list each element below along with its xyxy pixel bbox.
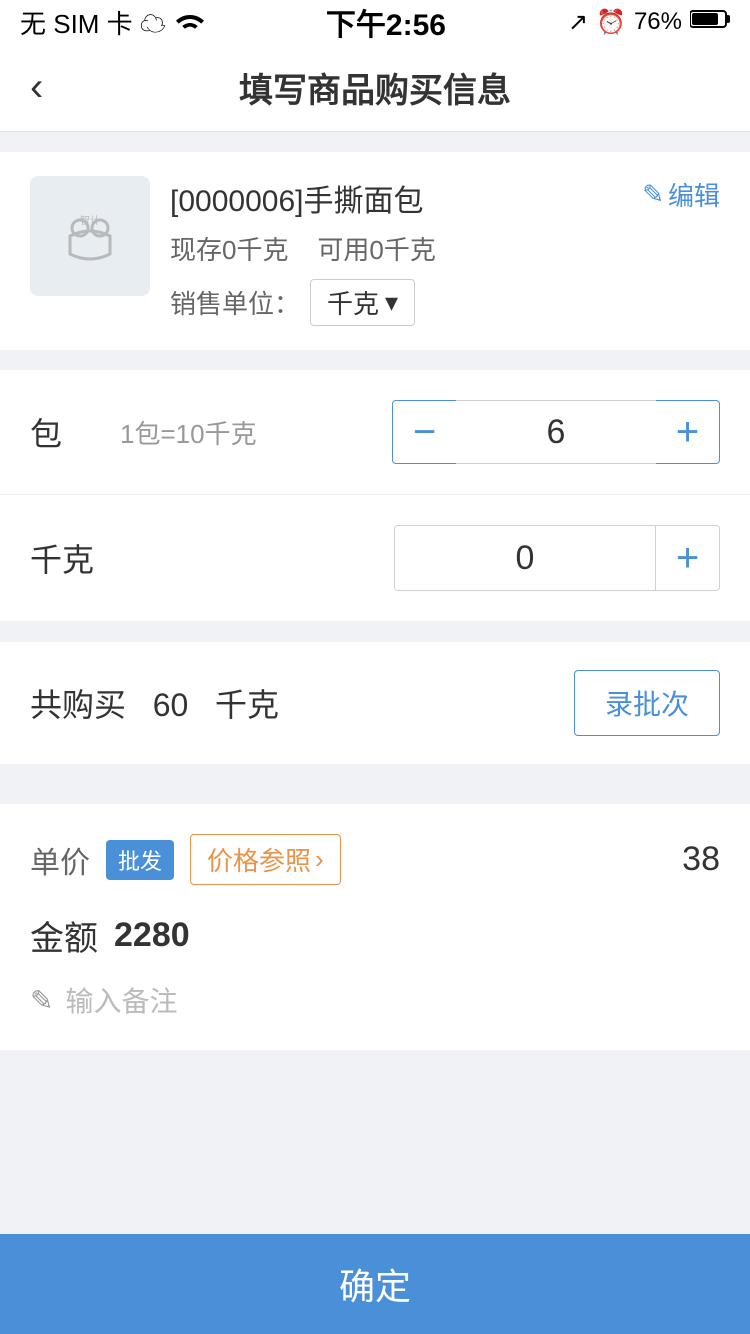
product-info: [0000006]手撕面包 ✎ 编辑 现存0千克 可用0千克 销售单位： 千克 … (170, 176, 720, 326)
nav-bar: ‹ 填写商品购买信息 (0, 44, 750, 132)
pack-decrease-button[interactable]: − (392, 400, 456, 464)
pack-label: 包 (30, 409, 110, 455)
svg-text:智计: 智计 (80, 214, 100, 227)
amount-section: 金额 2280 ✎ 输入备注 (0, 911, 750, 1050)
total-quantity: 60 (153, 687, 189, 723)
batch-button[interactable]: 录批次 (574, 670, 720, 736)
alarm-icon: ⏰ (596, 8, 626, 37)
amount-value: 2280 (114, 916, 190, 955)
remark-placeholder: 输入备注 (65, 980, 177, 1020)
total-row: 共购买 60 千克 录批次 (0, 642, 750, 764)
product-card: 智计 [0000006]手撕面包 ✎ 编辑 现存0千克 可用0千克 销售单位： … (0, 152, 750, 350)
price-row: 单价 批发 价格参照 › 38 (30, 834, 720, 885)
confirm-button[interactable]: 确定 (0, 1234, 750, 1334)
kg-qty-control: + (394, 525, 720, 591)
pack-qty-input[interactable] (456, 400, 656, 464)
pack-qty-control: − + (392, 400, 720, 464)
kg-increase-button[interactable]: + (655, 526, 719, 590)
remark-icon: ✎ (30, 984, 53, 1017)
product-image: 智计 (30, 176, 150, 296)
price-ref-button[interactable]: 价格参照 › (190, 834, 341, 885)
battery-label: 76% (634, 8, 682, 36)
unit-label: 销售单位： (170, 284, 300, 321)
amount-row: 金额 2280 (30, 911, 720, 960)
status-right: ↗ ⏰ 76% (568, 8, 730, 37)
kg-quantity-row: 千克 + (0, 495, 750, 622)
pack-sub-label: 1包=10千克 (120, 414, 392, 451)
total-text: 共购买 60 千克 (30, 680, 279, 726)
status-bar: 无 SIM 卡 ☁ 下午2:56 ↗ ⏰ 76% (0, 0, 750, 44)
unit-value: 千克 (327, 284, 379, 321)
back-button[interactable]: ‹ (30, 65, 43, 110)
unit-select[interactable]: 千克 ▾ (310, 279, 415, 326)
price-ref-arrow: › (315, 844, 324, 875)
battery-icon (690, 8, 730, 36)
location-icon: ↗ (568, 8, 588, 37)
dropdown-icon: ▾ (385, 287, 398, 318)
status-left: 无 SIM 卡 ☁ (20, 4, 204, 41)
total-unit: 千克 (215, 687, 279, 723)
edit-label: 编辑 (668, 176, 720, 213)
price-ref-label: 价格参照 (207, 841, 311, 878)
product-unit-row: 销售单位： 千克 ▾ (170, 279, 720, 326)
price-value: 38 (682, 840, 720, 879)
remark-row[interactable]: ✎ 输入备注 (30, 980, 720, 1020)
kg-label: 千克 (30, 535, 110, 581)
separator (0, 764, 750, 784)
kg-qty-input[interactable] (395, 526, 655, 590)
pack-increase-button[interactable]: + (656, 400, 720, 464)
price-tag: 批发 (106, 840, 174, 880)
price-section: 单价 批发 价格参照 › 38 (0, 804, 750, 911)
price-label: 单价 (30, 838, 90, 882)
status-time: 下午2:56 (326, 0, 446, 44)
stock-current: 现存0千克 (170, 235, 288, 265)
no-sim-label: 无 SIM 卡 ☁ (20, 4, 166, 41)
product-name: [0000006]手撕面包 (170, 176, 423, 220)
page-title: 填写商品购买信息 (239, 63, 511, 112)
wifi-icon (176, 7, 204, 38)
total-label: 共购买 (30, 687, 126, 723)
product-stock: 现存0千克 可用0千克 (170, 230, 720, 267)
edit-button[interactable]: ✎ 编辑 (642, 176, 720, 213)
quantity-section: 包 1包=10千克 − + 千克 + (0, 370, 750, 622)
edit-icon: ✎ (642, 179, 664, 210)
stock-available: 可用0千克 (317, 235, 435, 265)
pack-quantity-row: 包 1包=10千克 − + (0, 370, 750, 495)
amount-label: 金额 (30, 911, 98, 960)
